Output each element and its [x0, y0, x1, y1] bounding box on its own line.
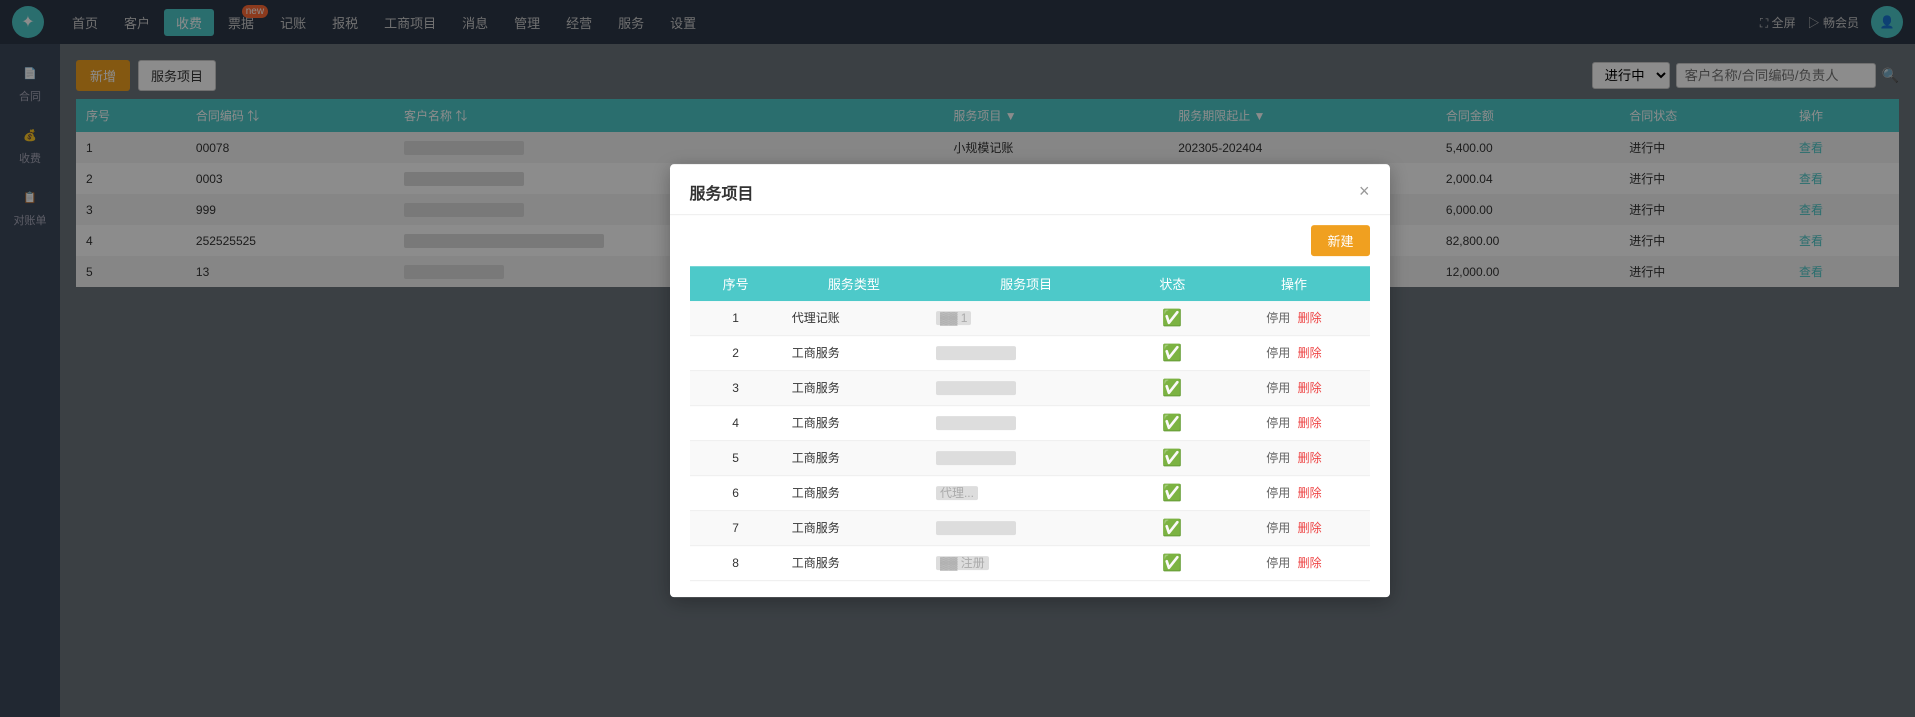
modal-cell-ops[interactable]: 停用 删除	[1218, 301, 1369, 336]
modal-cell-item	[926, 405, 1126, 440]
modal-cell-ops[interactable]: 停用 删除	[1218, 370, 1369, 405]
modal-title: 服务项目	[690, 180, 754, 204]
delete-button[interactable]: 删除	[1298, 309, 1322, 326]
status-check-icon: ✅	[1162, 415, 1182, 432]
modal-col-item: 服务项目	[926, 266, 1126, 301]
modal-table-row: 4 工商服务 ✅ 停用 删除	[690, 405, 1370, 440]
modal-close-button[interactable]: ×	[1359, 181, 1370, 202]
stop-button[interactable]: 停用	[1266, 414, 1290, 431]
modal-cell-status: ✅	[1126, 301, 1218, 336]
delete-button[interactable]: 删除	[1298, 379, 1322, 396]
modal-cell-type: 工商服务	[782, 405, 926, 440]
stop-button[interactable]: 停用	[1266, 484, 1290, 501]
delete-button[interactable]: 删除	[1298, 484, 1322, 501]
status-check-icon: ✅	[1162, 450, 1182, 467]
service-item-blurred	[936, 346, 1016, 360]
status-check-icon: ✅	[1162, 520, 1182, 537]
status-check-icon: ✅	[1162, 380, 1182, 397]
modal-col-seq: 序号	[690, 266, 782, 301]
modal-table-row: 7 工商服务 ✅ 停用 删除	[690, 510, 1370, 545]
modal-header: 服务项目 ×	[670, 164, 1390, 215]
modal-table-body: 1 代理记账 ▓▓ 1 ✅ 停用 删除 2 工商服务 ✅ 停用 删除 3 工商服…	[690, 301, 1370, 581]
stop-button[interactable]: 停用	[1266, 379, 1290, 396]
modal-cell-seq: 7	[690, 510, 782, 545]
modal-cell-item: ▓▓ 注册	[926, 545, 1126, 580]
modal-cell-seq: 1	[690, 301, 782, 336]
stop-button[interactable]: 停用	[1266, 449, 1290, 466]
modal-cell-type: 工商服务	[782, 335, 926, 370]
modal-cell-ops[interactable]: 停用 删除	[1218, 335, 1369, 370]
service-item-text: ▓▓ 1	[936, 311, 972, 325]
service-item-blurred	[936, 451, 1016, 465]
status-check-icon: ✅	[1162, 310, 1182, 327]
modal-cell-status: ✅	[1126, 475, 1218, 510]
modal-cell-ops[interactable]: 停用 删除	[1218, 510, 1369, 545]
status-check-icon: ✅	[1162, 485, 1182, 502]
modal-cell-ops[interactable]: 停用 删除	[1218, 405, 1369, 440]
modal-cell-ops[interactable]: 停用 删除	[1218, 475, 1369, 510]
modal-cell-status: ✅	[1126, 510, 1218, 545]
delete-button[interactable]: 删除	[1298, 554, 1322, 571]
delete-button[interactable]: 删除	[1298, 519, 1322, 536]
modal-cell-item: 代理...	[926, 475, 1126, 510]
status-check-icon: ✅	[1162, 345, 1182, 362]
modal-cell-item	[926, 510, 1126, 545]
modal-table-row: 6 工商服务 代理... ✅ 停用 删除	[690, 475, 1370, 510]
status-check-icon: ✅	[1162, 555, 1182, 572]
delete-button[interactable]: 删除	[1298, 414, 1322, 431]
delete-button[interactable]: 删除	[1298, 449, 1322, 466]
modal-table-row: 1 代理记账 ▓▓ 1 ✅ 停用 删除	[690, 301, 1370, 336]
modal-table-row: 2 工商服务 ✅ 停用 删除	[690, 335, 1370, 370]
stop-button[interactable]: 停用	[1266, 554, 1290, 571]
modal-cell-type: 工商服务	[782, 440, 926, 475]
modal-table-row: 8 工商服务 ▓▓ 注册 ✅ 停用 删除	[690, 545, 1370, 580]
service-item-text: 代理...	[936, 486, 978, 500]
modal-toolbar: 新建	[670, 215, 1390, 266]
modal-cell-status: ✅	[1126, 545, 1218, 580]
delete-button[interactable]: 删除	[1298, 344, 1322, 361]
modal-col-status: 状态	[1126, 266, 1218, 301]
modal-cell-type: 工商服务	[782, 370, 926, 405]
modal-cell-status: ✅	[1126, 405, 1218, 440]
stop-button[interactable]: 停用	[1266, 519, 1290, 536]
modal-table-row: 3 工商服务 ✅ 停用 删除	[690, 370, 1370, 405]
modal-col-type: 服务类型	[782, 266, 926, 301]
modal-cell-item	[926, 440, 1126, 475]
modal-cell-seq: 5	[690, 440, 782, 475]
modal-table-row: 5 工商服务 ✅ 停用 删除	[690, 440, 1370, 475]
modal-cell-item: ▓▓ 1	[926, 301, 1126, 336]
service-item-blurred	[936, 521, 1016, 535]
modal-cell-ops[interactable]: 停用 删除	[1218, 545, 1369, 580]
modal-cell-item	[926, 335, 1126, 370]
modal-cell-item	[926, 370, 1126, 405]
modal-body: 序号 服务类型 服务项目 状态 操作 1 代理记账 ▓▓ 1 ✅ 停用 删除 2…	[670, 266, 1390, 597]
modal-cell-seq: 3	[690, 370, 782, 405]
modal-cell-status: ✅	[1126, 335, 1218, 370]
modal-cell-status: ✅	[1126, 370, 1218, 405]
stop-button[interactable]: 停用	[1266, 344, 1290, 361]
modal-cell-type: 工商服务	[782, 545, 926, 580]
modal-cell-status: ✅	[1126, 440, 1218, 475]
service-item-text: ▓▓ 注册	[936, 556, 989, 570]
modal-new-button[interactable]: 新建	[1311, 225, 1369, 256]
modal-cell-ops[interactable]: 停用 删除	[1218, 440, 1369, 475]
modal-cell-seq: 2	[690, 335, 782, 370]
service-items-modal: 服务项目 × 新建 序号 服务类型 服务项目 状态 操作 1 代理记账 ▓▓ 1…	[670, 164, 1390, 597]
modal-cell-type: 工商服务	[782, 475, 926, 510]
modal-cell-type: 代理记账	[782, 301, 926, 336]
modal-cell-seq: 8	[690, 545, 782, 580]
stop-button[interactable]: 停用	[1266, 309, 1290, 326]
modal-cell-seq: 6	[690, 475, 782, 510]
service-item-blurred	[936, 381, 1016, 395]
service-item-blurred	[936, 416, 1016, 430]
modal-cell-type: 工商服务	[782, 510, 926, 545]
modal-col-ops: 操作	[1218, 266, 1369, 301]
service-items-table: 序号 服务类型 服务项目 状态 操作 1 代理记账 ▓▓ 1 ✅ 停用 删除 2…	[690, 266, 1370, 581]
modal-cell-seq: 4	[690, 405, 782, 440]
